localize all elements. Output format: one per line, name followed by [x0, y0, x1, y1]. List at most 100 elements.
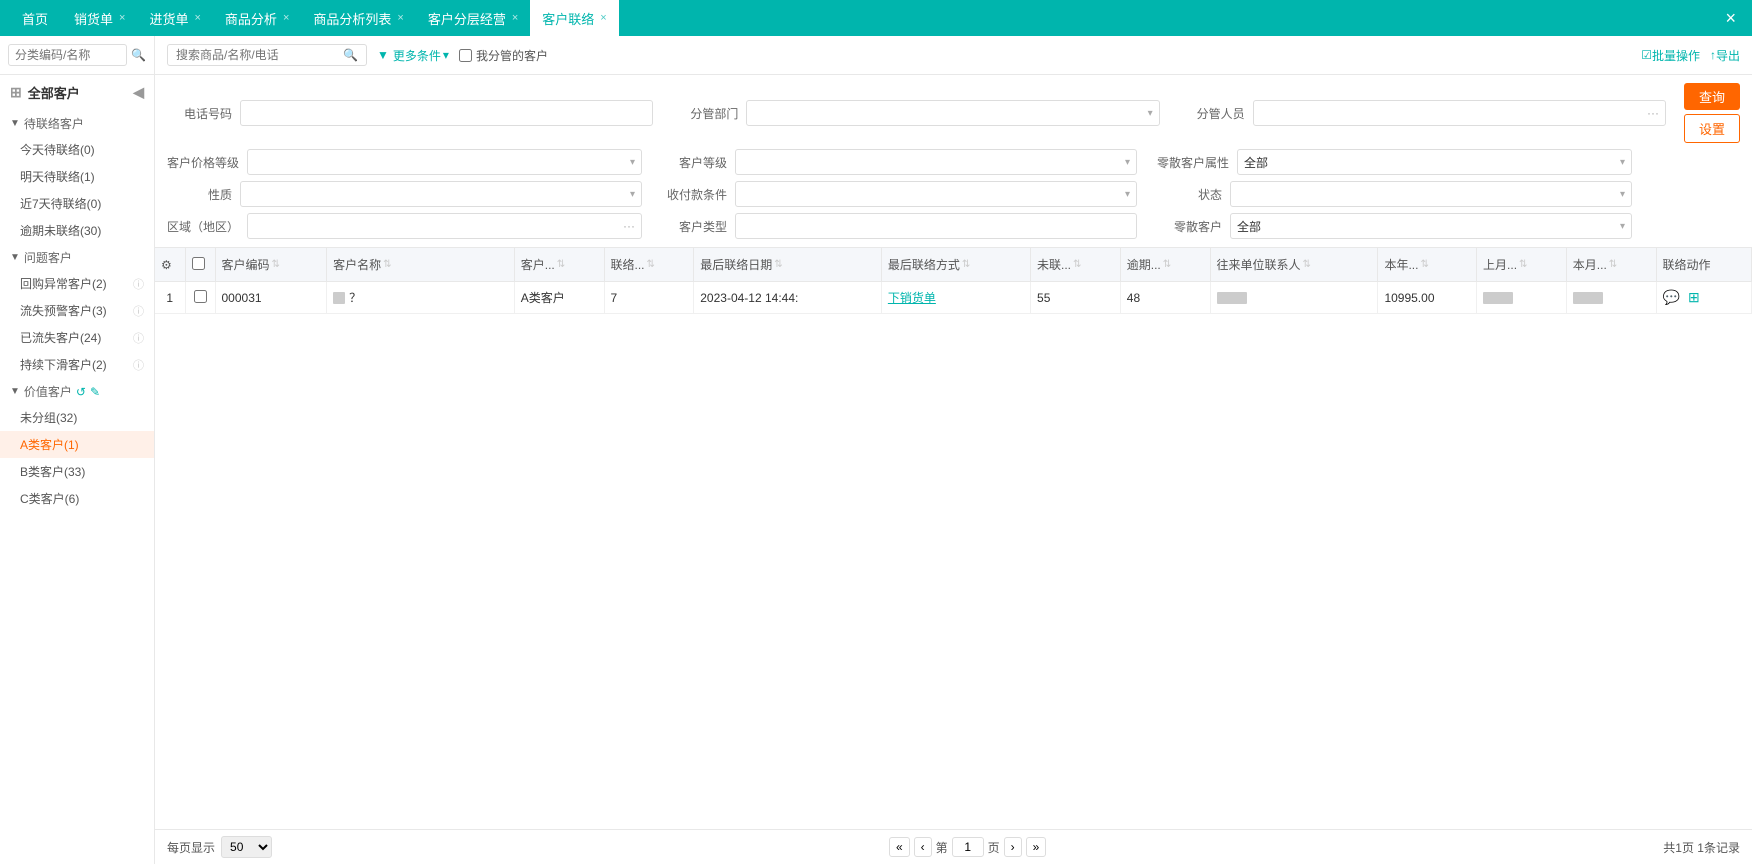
payment-select[interactable]: ▾ [735, 181, 1137, 207]
sort-this-month-icon[interactable]: ⇅ [1609, 259, 1617, 270]
sort-this-year-icon[interactable]: ⇅ [1420, 259, 1428, 270]
close-customer-contact-icon[interactable]: × [600, 12, 606, 24]
main-search-box[interactable]: 🔍 [167, 44, 367, 66]
th-contact2: 往来单位联系人 ⇅ [1210, 248, 1378, 282]
sidebar-search-button[interactable]: 🔍 [131, 48, 146, 62]
close-purchase-icon[interactable]: × [194, 12, 200, 24]
sort-code-icon[interactable]: ⇅ [272, 259, 280, 270]
sidebar-collapse-icon[interactable]: ◀ [133, 84, 144, 101]
sort-name-icon[interactable]: ⇅ [383, 259, 391, 270]
phone-input[interactable] [240, 100, 653, 126]
sidebar-item-unclassified[interactable]: 未分组(32) [0, 404, 154, 431]
nav-item-goods-analysis[interactable]: 商品分析 × [213, 0, 301, 36]
sort-contact2-icon[interactable]: ⇅ [1303, 259, 1311, 270]
main-search-input[interactable] [176, 48, 343, 62]
sidebar-search-input[interactable] [8, 44, 127, 66]
th-this-month: 本月... ⇅ [1566, 248, 1656, 282]
select-all-checkbox[interactable] [192, 257, 205, 270]
page-size-select[interactable]: 50 20 100 [221, 836, 272, 858]
filter-bar: 🔍 ▼ 更多条件 ▾ 我分管的客户 ☑ 批量操作 ↑ 导出 [155, 36, 1752, 75]
nature-select[interactable]: ▾ [240, 181, 642, 207]
page-number-input[interactable] [952, 837, 984, 857]
chat-action-icon[interactable]: 💬 [1663, 289, 1680, 306]
gear-icon[interactable]: ⚙ [161, 258, 172, 272]
region-select[interactable]: ··· [247, 213, 642, 239]
nav-item-customer-contact[interactable]: 客户联络 × [530, 0, 618, 36]
info-icon-4: ⓘ [133, 357, 144, 373]
sidebar-search-area: 🔍 [0, 36, 154, 75]
sort-last-date-icon[interactable]: ⇅ [774, 259, 782, 270]
nav-item-purchase[interactable]: 进货单 × [137, 0, 212, 36]
qrcode-action-icon[interactable]: ⊞ [1688, 289, 1700, 306]
main-search-icon[interactable]: 🔍 [343, 48, 358, 62]
phone-label: 电话号码 [167, 105, 232, 122]
main-layout: 🔍 ⊞ 全部客户 ◀ ▼ 待联络客户 今天待联络(0) 明天待联络(1) 近7天… [0, 36, 1752, 864]
th-action: 联络动作 [1656, 248, 1751, 282]
price-tier-select[interactable]: ▾ [247, 149, 642, 175]
close-goods-analysis-icon[interactable]: × [283, 12, 289, 24]
row-checkbox[interactable] [194, 290, 207, 303]
value-group-edit-icon[interactable]: ✎ [90, 385, 100, 399]
first-page-button[interactable]: « [889, 837, 910, 857]
filter-customer-tier: 客户等级 ▾ [662, 149, 1137, 175]
filter-payment: 收付款条件 ▾ [662, 181, 1137, 207]
filter-icon: ▼ [377, 48, 389, 62]
scatter-attr-chevron-icon: ▾ [1620, 157, 1625, 168]
sidebar-item-churned[interactable]: 已流失客户(24) ⓘ [0, 324, 154, 351]
td-contact-count: 7 [604, 282, 694, 314]
last-page-button[interactable]: » [1026, 837, 1047, 857]
scatter-chevron-icon: ▾ [1620, 221, 1625, 232]
close-all-button[interactable]: × [1717, 8, 1744, 29]
my-customers-checkbox-label[interactable]: 我分管的客户 [459, 47, 548, 64]
sidebar-item-today-pending[interactable]: 今天待联络(0) [0, 136, 154, 163]
value-group-refresh-icon[interactable]: ↺ [76, 385, 86, 399]
page-label: 第 [936, 839, 948, 856]
sort-overdue-icon[interactable]: ⇅ [1163, 259, 1171, 270]
sidebar-item-repurchase-abnormal[interactable]: 回购异常客户(2) ⓘ [0, 270, 154, 297]
scatter-attr-select[interactable]: 全部 ▾ [1237, 149, 1632, 175]
scatter-select[interactable]: 全部 ▾ [1230, 213, 1632, 239]
sidebar-item-overdue-pending[interactable]: 逾期未联络(30) [0, 217, 154, 244]
customer-color-tag [333, 292, 345, 304]
sidebar-all-customers-label[interactable]: 全部客户 [28, 83, 80, 102]
sort-last-month-icon[interactable]: ⇅ [1519, 259, 1527, 270]
status-select[interactable]: ▾ [1230, 181, 1632, 207]
export-button[interactable]: ↑ 导出 [1710, 47, 1740, 64]
nav-item-sales[interactable]: 销货单 × [62, 0, 137, 36]
nav-item-home[interactable]: 首页 [8, 0, 62, 36]
next-page-button[interactable]: › [1004, 837, 1022, 857]
close-sales-icon[interactable]: × [119, 12, 125, 24]
my-customers-checkbox[interactable] [459, 49, 472, 62]
batch-op-button[interactable]: ☑ 批量操作 [1641, 47, 1700, 64]
close-goods-analysis-list-icon[interactable]: × [397, 12, 403, 24]
customer-tier-select[interactable]: ▾ [735, 149, 1137, 175]
sidebar-item-declining[interactable]: 持续下滑客户(2) ⓘ [0, 351, 154, 378]
sidebar-item-class-b[interactable]: B类客户(33) [0, 458, 154, 485]
prev-page-button[interactable]: ‹ [914, 837, 932, 857]
sort-last-method-icon[interactable]: ⇅ [962, 259, 970, 270]
grid-icon: ⊞ [10, 84, 22, 101]
last-method-link[interactable]: 下销货单 [888, 291, 936, 305]
dept-select[interactable]: ▾ [746, 100, 1159, 126]
filter-bar-right: ☑ 批量操作 ↑ 导出 [1641, 47, 1740, 64]
nav-item-goods-analysis-list[interactable]: 商品分析列表 × [301, 0, 415, 36]
setting-button[interactable]: 设置 [1684, 114, 1740, 143]
more-conditions-button[interactable]: ▼ 更多条件 ▾ [377, 47, 449, 64]
td-checkbox[interactable] [185, 282, 215, 314]
close-customer-tier-icon[interactable]: × [512, 12, 518, 24]
th-gear[interactable]: ⚙ [155, 248, 185, 282]
customer-type-select[interactable] [735, 213, 1137, 239]
query-button[interactable]: 查询 [1684, 83, 1740, 110]
sidebar-item-7days-pending[interactable]: 近7天待联络(0) [0, 190, 154, 217]
sort-type-icon[interactable]: ⇅ [557, 259, 565, 270]
nav-item-customer-tier[interactable]: 客户分层经营 × [416, 0, 530, 36]
sidebar-item-class-c[interactable]: C类客户(6) [0, 485, 154, 512]
sidebar-item-class-a[interactable]: A类客户(1) [0, 431, 154, 458]
sidebar-item-churn-warning[interactable]: 流失预警客户(3) ⓘ [0, 297, 154, 324]
sort-uncontacted-icon[interactable]: ⇅ [1073, 259, 1081, 270]
sort-contact-icon[interactable]: ⇅ [647, 259, 655, 270]
th-checkbox [185, 248, 215, 282]
th-name: 客户名称 ⇅ [327, 248, 515, 282]
manager-select[interactable]: ··· [1253, 100, 1666, 126]
sidebar-item-tomorrow-pending[interactable]: 明天待联络(1) [0, 163, 154, 190]
